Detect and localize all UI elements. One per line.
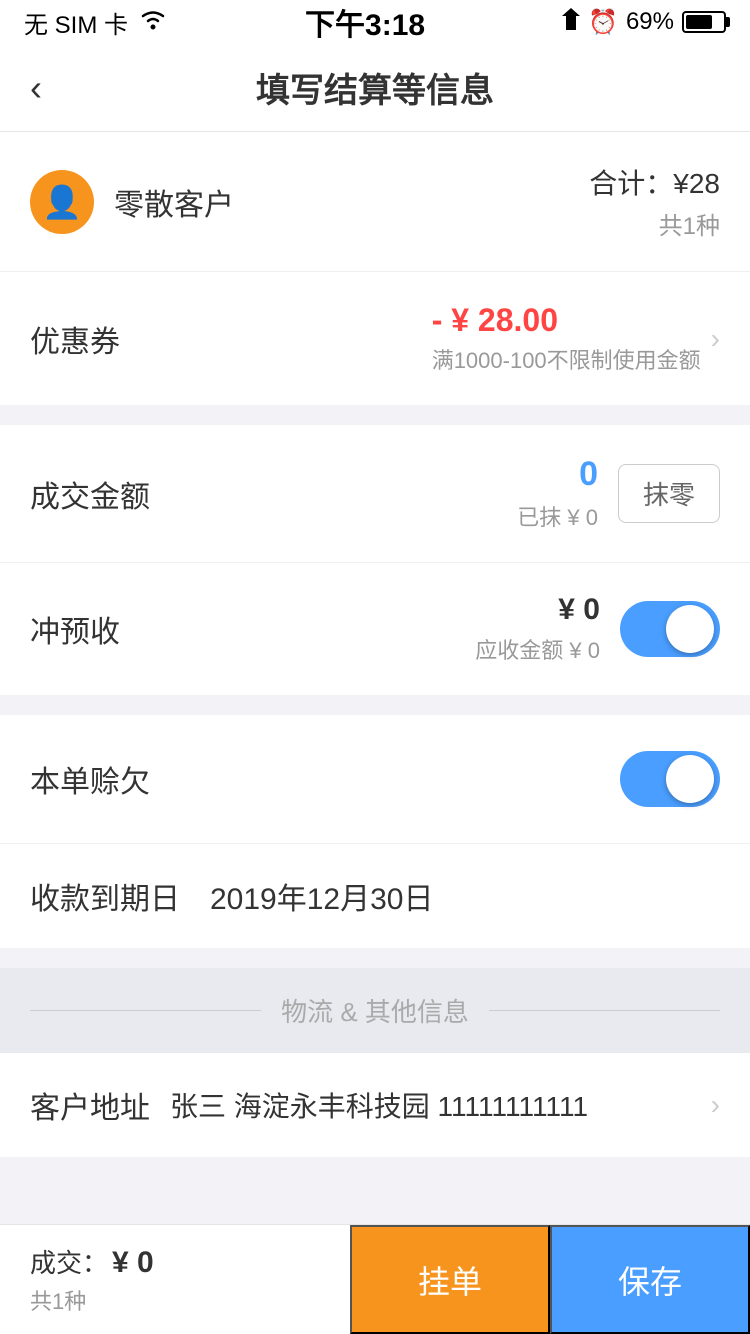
- transaction-amount-label: 成交金额: [30, 472, 150, 516]
- coupon-row[interactable]: 优惠券 - ¥ 28.00 满1000-100不限制使用金额 ›: [0, 271, 750, 405]
- coupon-amount: - ¥ 28.00: [432, 302, 701, 339]
- address-chevron-icon: ›: [711, 1089, 720, 1121]
- amount-info: 0 已抹 ¥ 0: [517, 455, 598, 532]
- deal-label: 成交：: [30, 1243, 108, 1280]
- logistics-section: 物流 & 其他信息: [0, 968, 750, 1053]
- prepay-label: 冲预收: [30, 607, 120, 651]
- debt-row: 本单赊欠: [0, 715, 750, 843]
- status-time: 下午3:18: [305, 0, 425, 44]
- prepay-amount: ¥ 0: [475, 593, 600, 627]
- form-section: 成交金额 0 已抹 ¥ 0 抹零 冲预收 ¥ 0 应收金额 ¥ 0: [0, 425, 750, 695]
- main-content: 👤 零散客户 合计：¥28 共1种 优惠券 - ¥ 28.00 满1000-10…: [0, 132, 750, 1307]
- prepay-subtext: 应收金额 ¥ 0: [475, 633, 600, 665]
- coupon-description: 满1000-100不限制使用金额: [432, 343, 701, 375]
- bottom-bar: 成交： ¥ 0 共1种 挂单 保存: [0, 1224, 750, 1334]
- customer-row: 👤 零散客户 合计：¥28 共1种: [0, 132, 750, 271]
- customer-info: 👤 零散客户: [30, 170, 234, 234]
- due-date-label: 收款到期日: [30, 874, 180, 918]
- debt-toggle[interactable]: [620, 751, 720, 807]
- transaction-amount-row: 成交金额 0 已抹 ¥ 0 抹零: [0, 425, 750, 563]
- rounding-subtext: 已抹 ¥ 0: [517, 500, 598, 532]
- coupon-label: 优惠券: [30, 317, 120, 361]
- transaction-amount-value[interactable]: 0: [517, 455, 598, 494]
- status-left: 无 SIM 卡: [24, 5, 168, 40]
- address-row[interactable]: 客户地址 张三 海淀永丰科技园 11111111111 ›: [0, 1053, 750, 1157]
- coupon-right: - ¥ 28.00 满1000-100不限制使用金额 ›: [432, 302, 720, 375]
- debt-section: 本单赊欠 收款到期日 2019年12月30日: [0, 715, 750, 948]
- logistics-divider-left: [30, 1010, 261, 1011]
- coupon-info: - ¥ 28.00 满1000-100不限制使用金额: [432, 302, 701, 375]
- total-amount: 合计：¥28: [589, 162, 720, 202]
- debt-toggle-knob: [666, 755, 714, 803]
- total-count: 共1种: [589, 206, 720, 241]
- debt-label: 本单赊欠: [30, 757, 150, 801]
- logistics-text: 物流 & 其他信息: [261, 992, 489, 1029]
- status-bar: 无 SIM 卡 下午3:18 ⏰ 69%: [0, 0, 750, 44]
- address-value: 张三 海淀永丰科技园 11111111111: [170, 1085, 711, 1125]
- address-label: 客户地址: [30, 1083, 150, 1127]
- prepay-toggle[interactable]: [620, 601, 720, 657]
- battery-icon: [682, 11, 726, 33]
- status-right: ⏰ 69%: [562, 8, 726, 37]
- location-icon: [562, 8, 580, 37]
- toggle-knob: [666, 605, 714, 653]
- save-button[interactable]: 保存: [550, 1225, 750, 1334]
- nav-bar: ‹ 填写结算等信息: [0, 44, 750, 132]
- customer-name: 零散客户: [114, 180, 234, 224]
- bottom-info: 成交： ¥ 0 共1种: [0, 1225, 350, 1334]
- chevron-right-icon: ›: [711, 323, 720, 355]
- deal-amount: ¥ 0: [112, 1246, 154, 1280]
- customer-total: 合计：¥28 共1种: [589, 162, 720, 241]
- deal-line: 成交： ¥ 0: [30, 1243, 320, 1280]
- pending-button[interactable]: 挂单: [350, 1225, 550, 1334]
- page-title: 填写结算等信息: [256, 63, 494, 112]
- prepay-info: ¥ 0 应收金额 ¥ 0: [475, 593, 600, 665]
- avatar: 👤: [30, 170, 94, 234]
- prepay-row: 冲预收 ¥ 0 应收金额 ¥ 0: [0, 563, 750, 695]
- customer-section: 👤 零散客户 合计：¥28 共1种 优惠券 - ¥ 28.00 满1000-10…: [0, 132, 750, 405]
- alarm-icon: ⏰: [588, 8, 618, 37]
- rounding-button[interactable]: 抹零: [618, 464, 720, 523]
- due-date-value[interactable]: 2019年12月30日: [210, 874, 433, 918]
- wifi-icon: [138, 8, 168, 37]
- due-date-row: 收款到期日 2019年12月30日: [0, 843, 750, 948]
- back-button[interactable]: ‹: [30, 67, 42, 109]
- avatar-icon: 👤: [42, 183, 82, 221]
- prepay-right: ¥ 0 应收金额 ¥ 0: [475, 593, 720, 665]
- battery-percent: 69%: [626, 8, 674, 36]
- signal-text: 无 SIM 卡: [24, 5, 128, 40]
- logistics-divider-right: [489, 1010, 720, 1011]
- transaction-amount-right: 0 已抹 ¥ 0 抹零: [517, 455, 720, 532]
- bottom-count: 共1种: [30, 1284, 320, 1316]
